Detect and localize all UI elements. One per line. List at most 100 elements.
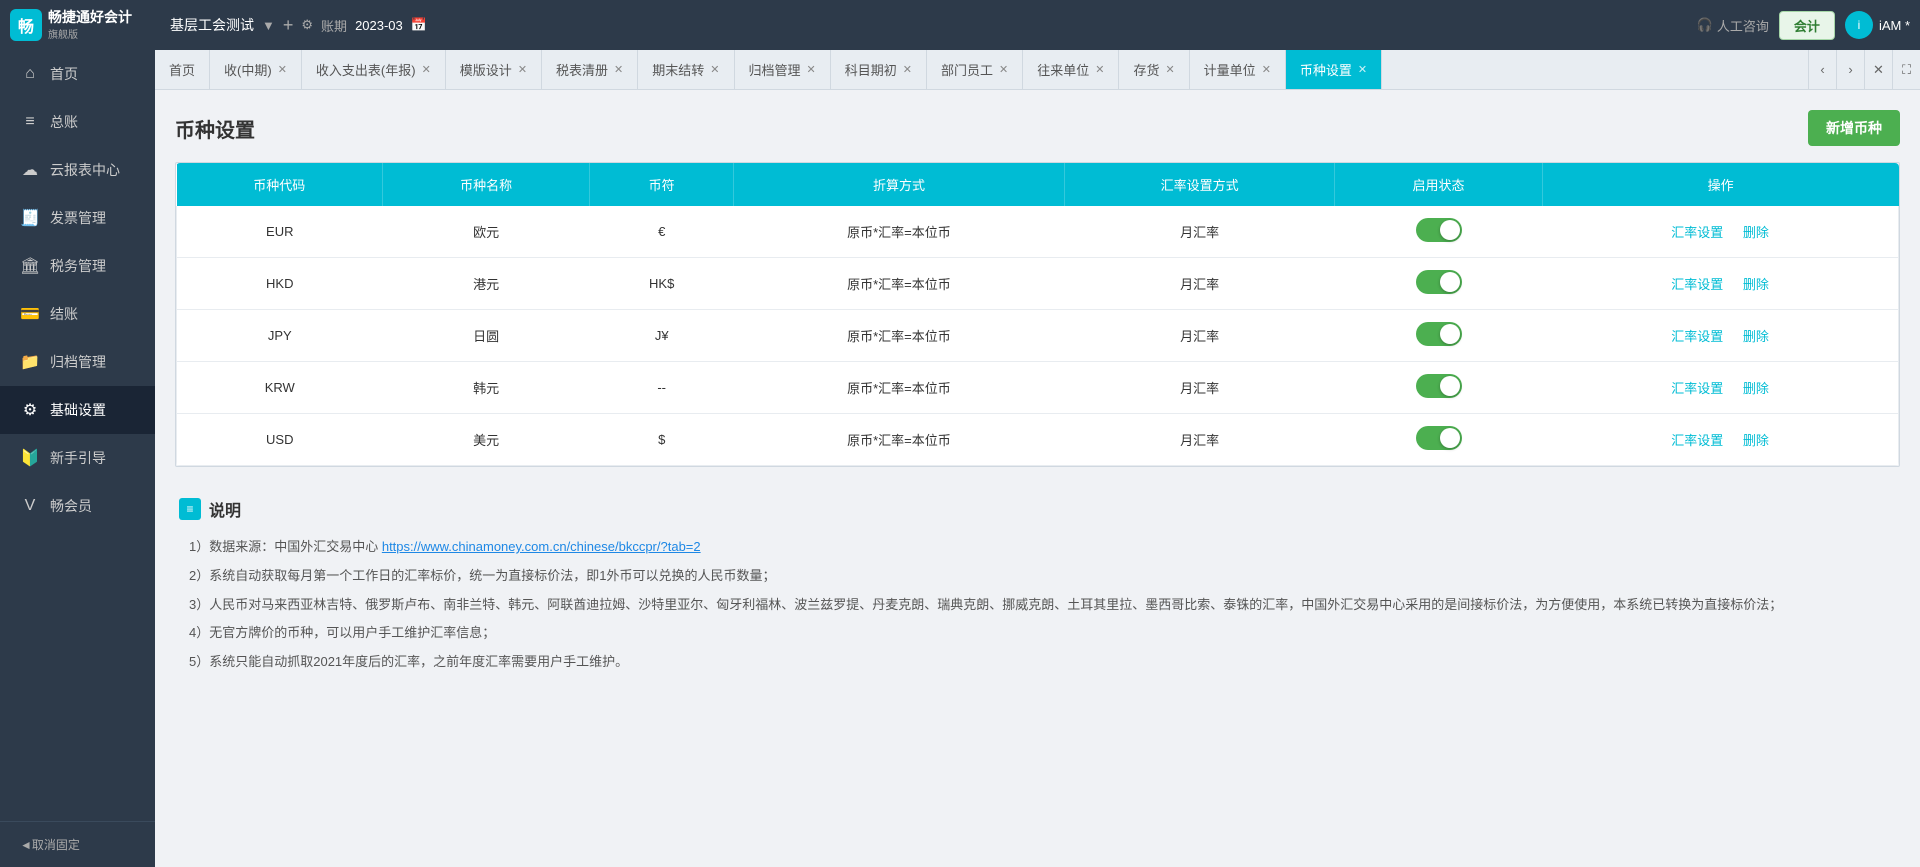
tab-currency[interactable]: 币种设置 ✕ bbox=[1286, 50, 1382, 90]
cell-symbol: J¥ bbox=[590, 310, 734, 362]
tab-archive-close[interactable]: ✕ bbox=[807, 63, 816, 76]
tab-dept[interactable]: 部门员工 ✕ bbox=[927, 50, 1023, 90]
tab-tax[interactable]: 税表清册 ✕ bbox=[542, 50, 638, 90]
accounting-button[interactable]: 会计 bbox=[1779, 11, 1835, 40]
rate-settings-link[interactable]: 汇率设置 bbox=[1671, 381, 1723, 396]
logo: 畅 畅捷通好会计 旗舰版 bbox=[10, 9, 160, 41]
workspace-dropdown-icon[interactable]: ▼ bbox=[262, 18, 275, 33]
cell-actions: 汇率设置 删除 bbox=[1542, 414, 1898, 466]
customer-service-button[interactable]: 🎧 人工咨询 bbox=[1697, 16, 1769, 35]
tab-partners[interactable]: 往来单位 ✕ bbox=[1023, 50, 1119, 90]
tab-template-close[interactable]: ✕ bbox=[518, 63, 527, 76]
tab-income[interactable]: 收入支出表(年报) ✕ bbox=[302, 50, 446, 90]
delete-link[interactable]: 删除 bbox=[1743, 433, 1769, 448]
tab-income-close[interactable]: ✕ bbox=[422, 63, 431, 76]
app-name: 畅捷通好会计 bbox=[48, 9, 132, 26]
avatar: i bbox=[1845, 11, 1873, 39]
tab-unit-label: 计量单位 bbox=[1204, 60, 1256, 79]
toggle-enabled[interactable] bbox=[1416, 374, 1462, 398]
home-icon: ⌂ bbox=[20, 65, 40, 83]
sidebar-item-home[interactable]: ⌂ 首页 bbox=[0, 50, 155, 98]
sidebar-label-invoice: 发票管理 bbox=[50, 208, 106, 228]
page-content: 币种设置 新增币种 币种代码 币种名称 币符 折算方式 汇率设置方式 启 bbox=[155, 90, 1920, 867]
rate-settings-link[interactable]: 汇率设置 bbox=[1671, 433, 1723, 448]
tab-tax-label: 税表清册 bbox=[556, 60, 608, 79]
tab-balance-close[interactable]: ✕ bbox=[278, 63, 287, 76]
cell-code: HKD bbox=[177, 258, 383, 310]
calendar-icon[interactable]: 📅 bbox=[411, 17, 427, 33]
toggle-enabled[interactable] bbox=[1416, 270, 1462, 294]
cell-name: 韩元 bbox=[383, 362, 590, 414]
workspace-settings-icon[interactable]: ⚙ bbox=[301, 17, 313, 33]
tab-period-end-label: 期末结转 bbox=[652, 60, 704, 79]
tabs-nav: ‹ › ✕ ⛶ bbox=[1808, 50, 1920, 90]
col-action: 操作 bbox=[1542, 163, 1898, 206]
cell-rate-type: 月汇率 bbox=[1064, 414, 1335, 466]
toggle-enabled[interactable] bbox=[1416, 426, 1462, 450]
rate-settings-link[interactable]: 汇率设置 bbox=[1671, 329, 1723, 344]
tab-balance-label: 收(中期) bbox=[224, 60, 272, 79]
tab-inventory[interactable]: 存货 ✕ bbox=[1119, 50, 1189, 90]
tabs-next-button[interactable]: › bbox=[1836, 50, 1864, 90]
tab-subjects-close[interactable]: ✕ bbox=[903, 63, 912, 76]
notice-item: 1）数据来源：中国外汇交易中心 https://www.chinamoney.c… bbox=[189, 533, 1896, 562]
sidebar-item-reports[interactable]: ☁ 云报表中心 bbox=[0, 146, 155, 194]
cell-status bbox=[1335, 414, 1542, 466]
toggle-enabled[interactable] bbox=[1416, 218, 1462, 242]
notice-list: 1）数据来源：中国外汇交易中心 https://www.chinamoney.c… bbox=[179, 533, 1896, 677]
cell-actions: 汇率设置 删除 bbox=[1542, 258, 1898, 310]
cell-code: KRW bbox=[177, 362, 383, 414]
notice-external-link[interactable]: https://www.chinamoney.com.cn/chinese/bk… bbox=[382, 539, 701, 554]
workspace-add-button[interactable]: + bbox=[283, 15, 294, 36]
tab-dept-close[interactable]: ✕ bbox=[999, 63, 1008, 76]
sidebar-item-invoice[interactable]: 🧾 发票管理 bbox=[0, 194, 155, 242]
delete-link[interactable]: 删除 bbox=[1743, 329, 1769, 344]
tab-unit-close[interactable]: ✕ bbox=[1262, 63, 1271, 76]
tab-inventory-close[interactable]: ✕ bbox=[1165, 63, 1174, 76]
sidebar-item-guide[interactable]: 🔰 新手引导 bbox=[0, 434, 155, 482]
tab-tax-close[interactable]: ✕ bbox=[614, 63, 623, 76]
tab-subjects[interactable]: 科目期初 ✕ bbox=[831, 50, 927, 90]
tabs-prev-button[interactable]: ‹ bbox=[1808, 50, 1836, 90]
tab-archive[interactable]: 归档管理 ✕ bbox=[735, 50, 831, 90]
cell-name: 港元 bbox=[383, 258, 590, 310]
sidebar-label-member: 畅会员 bbox=[50, 496, 92, 516]
sidebar-item-ledger[interactable]: ≡ 总账 bbox=[0, 98, 155, 146]
notice-item: 5）系统只能自动抓取2021年度后的汇率，之前年度汇率需要用户手工维护。 bbox=[189, 648, 1896, 677]
tab-period-end-close[interactable]: ✕ bbox=[710, 63, 719, 76]
sidebar-item-member[interactable]: V 畅会员 bbox=[0, 482, 155, 530]
sidebar-collapse-button[interactable]: ◄取消固定 bbox=[0, 821, 155, 867]
tab-partners-close[interactable]: ✕ bbox=[1095, 63, 1104, 76]
tab-currency-close[interactable]: ✕ bbox=[1358, 63, 1367, 76]
ledger-icon: ≡ bbox=[20, 113, 40, 131]
rate-settings-link[interactable]: 汇率设置 bbox=[1671, 277, 1723, 292]
tab-template[interactable]: 模版设计 ✕ bbox=[446, 50, 542, 90]
sidebar-item-settle[interactable]: 💳 结账 bbox=[0, 290, 155, 338]
delete-link[interactable]: 删除 bbox=[1743, 381, 1769, 396]
col-calc: 折算方式 bbox=[734, 163, 1065, 206]
cell-calc: 原币*汇率=本位币 bbox=[734, 258, 1065, 310]
tabs-maximize-button[interactable]: ⛶ bbox=[1892, 50, 1920, 90]
cell-status bbox=[1335, 258, 1542, 310]
tab-period-end[interactable]: 期末结转 ✕ bbox=[638, 50, 734, 90]
sidebar-item-tax[interactable]: 🏛 税务管理 bbox=[0, 242, 155, 290]
table-row: HKD 港元 HK$ 原币*汇率=本位币 月汇率 汇率设置 删除 bbox=[177, 258, 1899, 310]
toggle-enabled[interactable] bbox=[1416, 322, 1462, 346]
workspace-name: 基层工会测试 bbox=[170, 15, 254, 35]
rate-settings-link[interactable]: 汇率设置 bbox=[1671, 225, 1723, 240]
page-title: 币种设置 bbox=[175, 114, 255, 143]
delete-link[interactable]: 删除 bbox=[1743, 225, 1769, 240]
user-area: i iAM * bbox=[1845, 11, 1910, 39]
tabs-close-all-button[interactable]: ✕ bbox=[1864, 50, 1892, 90]
period-label: 账期 bbox=[321, 16, 347, 35]
tab-home[interactable]: 首页 bbox=[155, 50, 210, 90]
sidebar-item-archive[interactable]: 📁 归档管理 bbox=[0, 338, 155, 386]
currency-table-wrapper: 币种代码 币种名称 币符 折算方式 汇率设置方式 启用状态 操作 EUR 欧元 bbox=[175, 162, 1900, 467]
tab-balance[interactable]: 收(中期) ✕ bbox=[210, 50, 302, 90]
sidebar-label-reports: 云报表中心 bbox=[50, 160, 120, 180]
delete-link[interactable]: 删除 bbox=[1743, 277, 1769, 292]
col-code: 币种代码 bbox=[177, 163, 383, 206]
tab-unit[interactable]: 计量单位 ✕ bbox=[1190, 50, 1286, 90]
new-currency-button[interactable]: 新增币种 bbox=[1808, 110, 1900, 146]
sidebar-item-basic[interactable]: ⚙ 基础设置 bbox=[0, 386, 155, 434]
